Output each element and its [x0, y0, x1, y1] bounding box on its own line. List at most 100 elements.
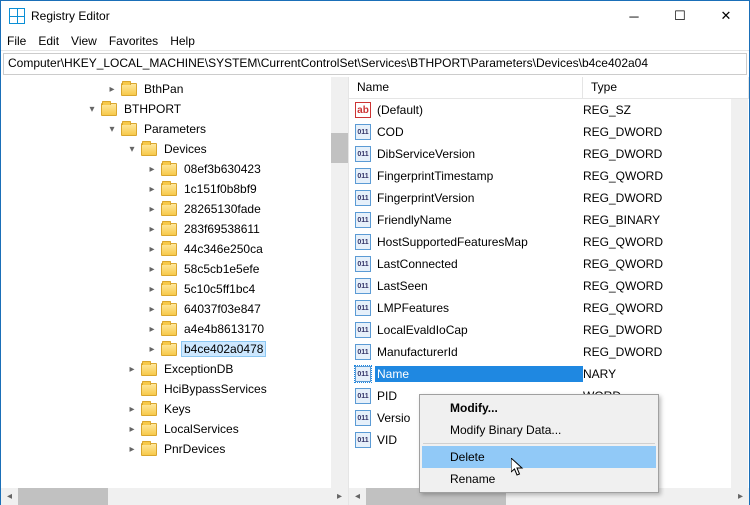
list-scroll-left-icon[interactable]: ◂ [349, 488, 366, 505]
folder-icon [141, 423, 157, 436]
tree-label: 44c346e250ca [181, 241, 266, 257]
folder-icon [121, 123, 137, 136]
value-type: REG_QWORD [583, 235, 663, 249]
value-name: COD [375, 124, 583, 140]
tree-scroll-thumb[interactable] [331, 133, 348, 163]
expander-icon[interactable]: ▸ [145, 222, 159, 236]
expander-icon[interactable]: ▸ [145, 202, 159, 216]
context-menu: Modify... Modify Binary Data... Delete R… [419, 394, 659, 493]
value-name: FingerprintVersion [375, 190, 583, 206]
address-bar[interactable]: Computer\HKEY_LOCAL_MACHINE\SYSTEM\Curre… [3, 53, 747, 75]
tree-item[interactable]: ▸ LocalServices [1, 419, 348, 439]
tree-item[interactable]: ▾ BTHPORT [1, 99, 348, 119]
value-row[interactable]: 011 FingerprintTimestamp REG_QWORD [349, 165, 749, 187]
value-row[interactable]: 011 LastSeen REG_QWORD [349, 275, 749, 297]
binary-value-icon: 011 [355, 344, 371, 360]
tree-item[interactable]: ▸ 283f69538611 [1, 219, 348, 239]
value-row[interactable]: 011 LocalEvaldIoCap REG_DWORD [349, 319, 749, 341]
expander-icon[interactable]: ▸ [145, 302, 159, 316]
expander-icon[interactable]: ▸ [145, 322, 159, 336]
context-rename[interactable]: Rename [422, 468, 656, 490]
menu-favorites[interactable]: Favorites [109, 34, 158, 48]
value-type: REG_DWORD [583, 125, 662, 139]
expander-icon[interactable]: ▾ [125, 142, 139, 156]
context-modify-binary[interactable]: Modify Binary Data... [422, 419, 656, 441]
menu-help[interactable]: Help [170, 34, 195, 48]
value-name: HostSupportedFeaturesMap [375, 234, 583, 250]
expander-icon[interactable]: ▸ [145, 162, 159, 176]
tree-hscroll-thumb[interactable] [18, 488, 108, 505]
value-type: REG_QWORD [583, 257, 663, 271]
tree-scroll-left-icon[interactable]: ◂ [1, 488, 18, 505]
tree-item[interactable]: ▸ 28265130fade [1, 199, 348, 219]
value-row[interactable]: ab (Default) REG_SZ [349, 99, 749, 121]
tree-label: a4e4b8613170 [181, 321, 267, 337]
folder-icon [161, 343, 177, 356]
column-name[interactable]: Name [349, 77, 583, 98]
tree-item[interactable]: ▸ Keys [1, 399, 348, 419]
expander-icon[interactable]: ▸ [125, 422, 139, 436]
minimize-button[interactable]: ─ [611, 1, 657, 31]
tree-item[interactable]: ▸ 64037f03e847 [1, 299, 348, 319]
value-name: (Default) [375, 102, 583, 118]
value-row[interactable]: 011 Name NARY [349, 363, 749, 385]
column-type[interactable]: Type [583, 77, 749, 98]
binary-value-icon: 011 [355, 300, 371, 316]
tree-item[interactable]: ▸ 44c346e250ca [1, 239, 348, 259]
value-row[interactable]: 011 LMPFeatures REG_QWORD [349, 297, 749, 319]
tree-item[interactable]: ▸ ExceptionDB [1, 359, 348, 379]
value-name: Name [375, 366, 583, 382]
menu-view[interactable]: View [71, 34, 97, 48]
tree-item[interactable]: ▸ 08ef3b630423 [1, 159, 348, 179]
expander-icon[interactable]: ▸ [105, 82, 119, 96]
value-row[interactable]: 011 FingerprintVersion REG_DWORD [349, 187, 749, 209]
binary-value-icon: 011 [355, 212, 371, 228]
tree-label: HciBypassServices [161, 381, 270, 397]
value-row[interactable]: 011 LastConnected REG_QWORD [349, 253, 749, 275]
expander-icon[interactable]: ▸ [145, 242, 159, 256]
expander-icon[interactable]: ▾ [105, 122, 119, 136]
tree-item[interactable]: ▾ Parameters [1, 119, 348, 139]
tree-item[interactable]: ▸ b4ce402a0478 [1, 339, 348, 359]
close-button[interactable]: ✕ [703, 1, 749, 31]
value-row[interactable]: 011 ManufacturerId REG_DWORD [349, 341, 749, 363]
folder-icon [161, 263, 177, 276]
context-modify[interactable]: Modify... [422, 397, 656, 419]
expander-icon[interactable]: ▾ [85, 102, 99, 116]
menu-file[interactable]: File [7, 34, 26, 48]
tree-item[interactable]: ▸ 5c10c5ff1bc4 [1, 279, 348, 299]
tree-item[interactable]: ▸ PnrDevices [1, 439, 348, 459]
tree-pane: ▸ BthPan ▾ BTHPORT ▾ Parameters ▾ Device… [1, 77, 349, 488]
expander-icon[interactable]: ▸ [125, 442, 139, 456]
expander-icon[interactable]: ▸ [125, 402, 139, 416]
folder-icon [121, 83, 137, 96]
value-row[interactable]: 011 HostSupportedFeaturesMap REG_QWORD [349, 231, 749, 253]
tree-label: BTHPORT [121, 101, 184, 117]
value-row[interactable]: 011 FriendlyName REG_BINARY [349, 209, 749, 231]
list-vertical-scrollbar[interactable] [731, 99, 748, 488]
maximize-button[interactable]: ☐ [657, 1, 703, 31]
tree-item[interactable]: HciBypassServices [1, 379, 348, 399]
expander-icon[interactable]: ▸ [145, 262, 159, 276]
list-scroll-right-icon[interactable]: ▸ [732, 488, 749, 505]
value-row[interactable]: 011 COD REG_DWORD [349, 121, 749, 143]
tree-item[interactable]: ▸ a4e4b8613170 [1, 319, 348, 339]
folder-icon [141, 143, 157, 156]
context-delete[interactable]: Delete [422, 446, 656, 468]
value-row[interactable]: 011 DibServiceVersion REG_DWORD [349, 143, 749, 165]
tree-label: 64037f03e847 [181, 301, 264, 317]
expander-icon[interactable]: ▸ [145, 282, 159, 296]
tree-item[interactable]: ▾ Devices [1, 139, 348, 159]
tree-item[interactable]: ▸ 1c151f0b8bf9 [1, 179, 348, 199]
value-type: REG_DWORD [583, 345, 662, 359]
expander-icon[interactable]: ▸ [145, 342, 159, 356]
tree-item[interactable]: ▸ 58c5cb1e5efe [1, 259, 348, 279]
menu-edit[interactable]: Edit [38, 34, 59, 48]
expander-icon[interactable]: ▸ [145, 182, 159, 196]
tree-item[interactable]: ▸ BthPan [1, 79, 348, 99]
expander-icon[interactable] [125, 382, 139, 396]
folder-icon [141, 443, 157, 456]
expander-icon[interactable]: ▸ [125, 362, 139, 376]
tree-scroll-right-icon[interactable]: ▸ [331, 488, 348, 505]
binary-value-icon: 011 [355, 256, 371, 272]
